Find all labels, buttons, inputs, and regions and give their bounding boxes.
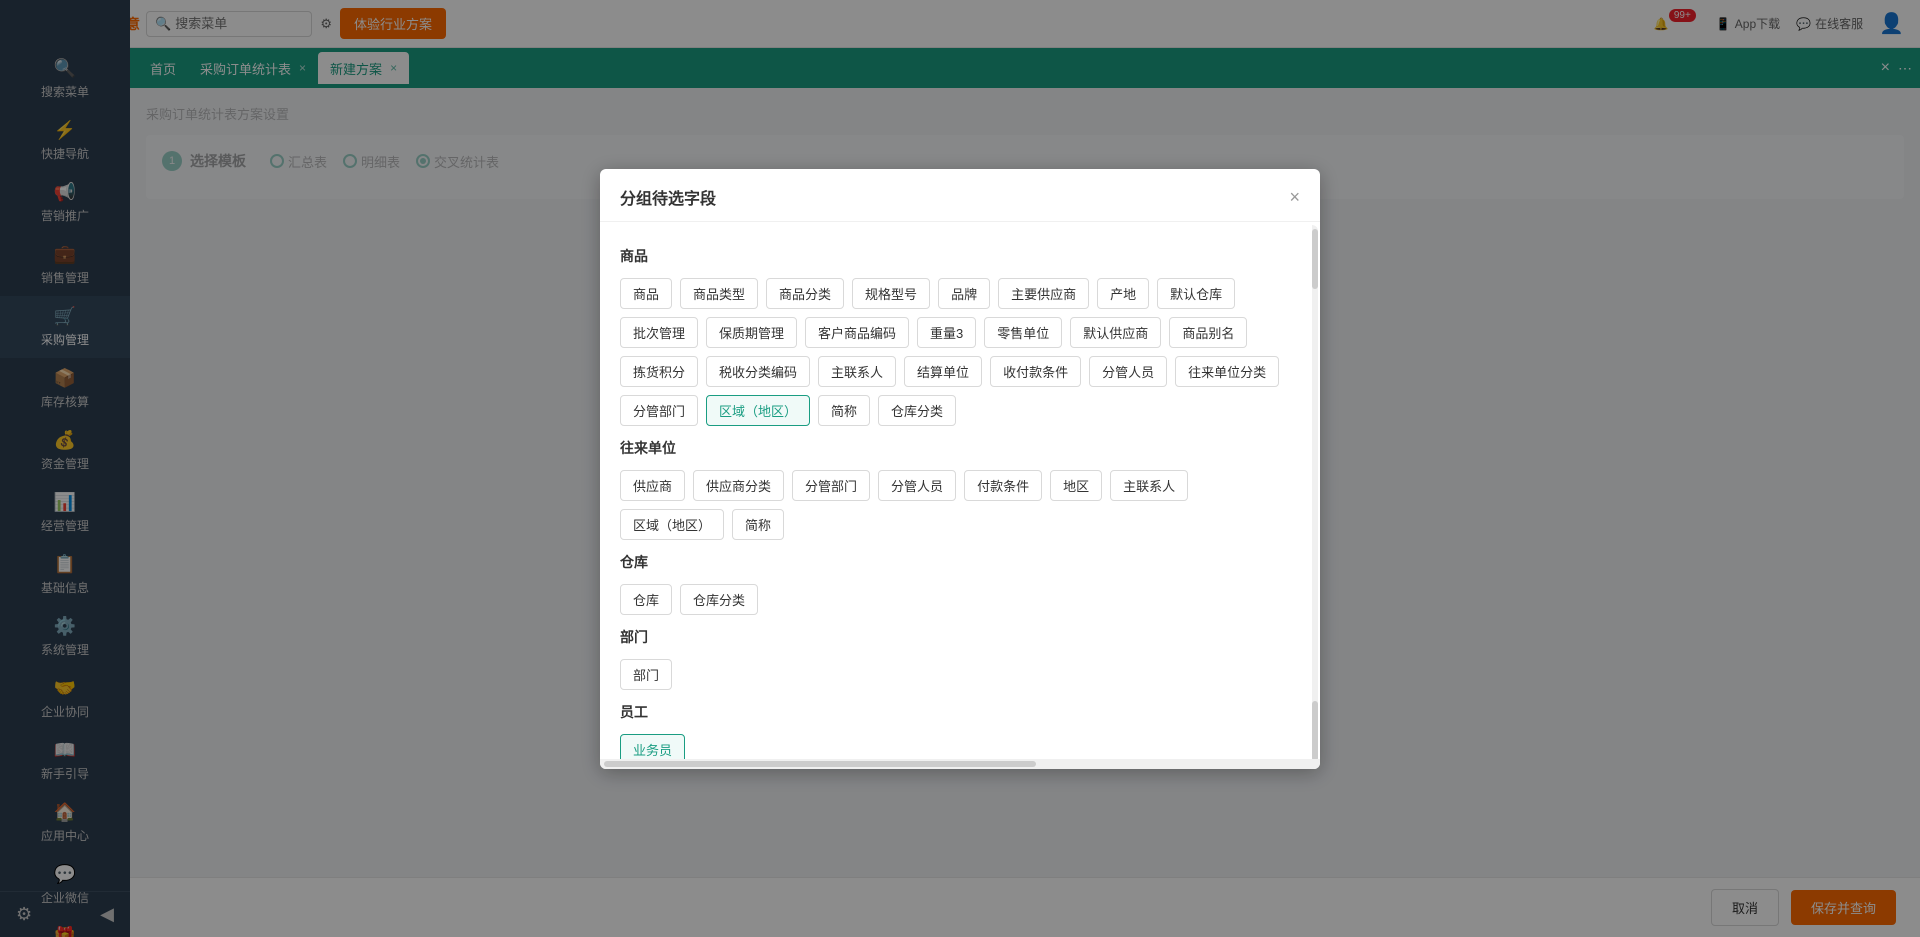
field-tag-product-type[interactable]: 商品类型	[680, 278, 758, 309]
field-tag-department[interactable]: 部门	[620, 659, 672, 690]
field-tag-warehouse[interactable]: 仓库	[620, 584, 672, 615]
field-tag-dept[interactable]: 分管部门	[620, 395, 698, 426]
field-tag-region[interactable]: 区域（地区）	[706, 395, 810, 426]
field-tag-spec-model[interactable]: 规格型号	[852, 278, 930, 309]
field-tag-counterpart-dept[interactable]: 分管部门	[792, 470, 870, 501]
modal-close-button[interactable]: ×	[1289, 188, 1300, 206]
section-title-employee: 员工	[620, 702, 1300, 722]
field-grid-counterpart: 供应商 供应商分类 分管部门 分管人员 付款条件 地区 主联系人 区域（地区） …	[620, 470, 1300, 540]
field-tag-salesperson[interactable]: 业务员	[620, 734, 685, 759]
field-tag-pay-terms[interactable]: 付款条件	[964, 470, 1042, 501]
field-tag-warehouse-cat2[interactable]: 仓库分类	[680, 584, 758, 615]
field-tag-default-supplier[interactable]: 默认供应商	[1070, 317, 1161, 348]
field-grid-product: 商品 商品类型 商品分类 规格型号 品牌 主要供应商 产地 默认仓库 批次管理 …	[620, 278, 1300, 426]
field-tag-warehouse-cat[interactable]: 仓库分类	[878, 395, 956, 426]
field-tag-tax-code[interactable]: 税收分类编码	[706, 356, 810, 387]
field-tag-shelf-life[interactable]: 保质期管理	[706, 317, 797, 348]
field-tag-pick-score[interactable]: 拣货积分	[620, 356, 698, 387]
modal-body[interactable]: 商品 商品 商品类型 商品分类 规格型号 品牌 主要供应商 产地 默认仓库 批次…	[600, 222, 1320, 759]
field-tag-supplier-cat[interactable]: 供应商分类	[693, 470, 784, 501]
field-tag-supplier[interactable]: 供应商	[620, 470, 685, 501]
field-tag-region2[interactable]: 区域（地区）	[620, 509, 724, 540]
field-tag-customer-code[interactable]: 客户商品编码	[805, 317, 909, 348]
field-tag-main-contact[interactable]: 主联系人	[818, 356, 896, 387]
field-tag-counterpart-person[interactable]: 分管人员	[878, 470, 956, 501]
field-tag-weight3[interactable]: 重量3	[917, 317, 976, 348]
modal-overlay[interactable]: 分组待选字段 × 商品 商品 商品类型 商品分类 规格型号 品牌 主要供应商 产…	[0, 0, 1920, 937]
field-tag-payment-terms[interactable]: 收付款条件	[990, 356, 1081, 387]
field-tag-retail-unit[interactable]: 零售单位	[984, 317, 1062, 348]
section-title-dept: 部门	[620, 627, 1300, 647]
field-grid-dept: 部门	[620, 659, 1300, 690]
field-tag-abbr2[interactable]: 简称	[732, 509, 784, 540]
modal-header: 分组待选字段 ×	[600, 169, 1320, 222]
field-tag-brand[interactable]: 品牌	[938, 278, 990, 309]
field-tag-main-supplier[interactable]: 主要供应商	[998, 278, 1089, 309]
field-tag-supervisor[interactable]: 分管人员	[1089, 356, 1167, 387]
field-tag-origin[interactable]: 产地	[1097, 278, 1149, 309]
field-tag-main-contact2[interactable]: 主联系人	[1110, 470, 1188, 501]
field-tag-product-alias[interactable]: 商品别名	[1169, 317, 1247, 348]
field-tag-area[interactable]: 地区	[1050, 470, 1102, 501]
field-grid-employee: 业务员	[620, 734, 1300, 759]
field-tag-batch-mgmt[interactable]: 批次管理	[620, 317, 698, 348]
field-tag-settle-unit[interactable]: 结算单位	[904, 356, 982, 387]
field-tag-product[interactable]: 商品	[620, 278, 672, 309]
section-title-product: 商品	[620, 246, 1300, 266]
field-tag-partner-category[interactable]: 往来单位分类	[1175, 356, 1279, 387]
field-tag-product-category[interactable]: 商品分类	[766, 278, 844, 309]
section-title-warehouse: 仓库	[620, 552, 1300, 572]
field-tag-default-warehouse[interactable]: 默认仓库	[1157, 278, 1235, 309]
field-tag-abbr[interactable]: 简称	[818, 395, 870, 426]
section-title-counterpart: 往来单位	[620, 438, 1300, 458]
modal-field-select: 分组待选字段 × 商品 商品 商品类型 商品分类 规格型号 品牌 主要供应商 产…	[600, 169, 1320, 769]
modal-title: 分组待选字段	[620, 185, 716, 209]
field-grid-warehouse: 仓库 仓库分类	[620, 584, 1300, 615]
